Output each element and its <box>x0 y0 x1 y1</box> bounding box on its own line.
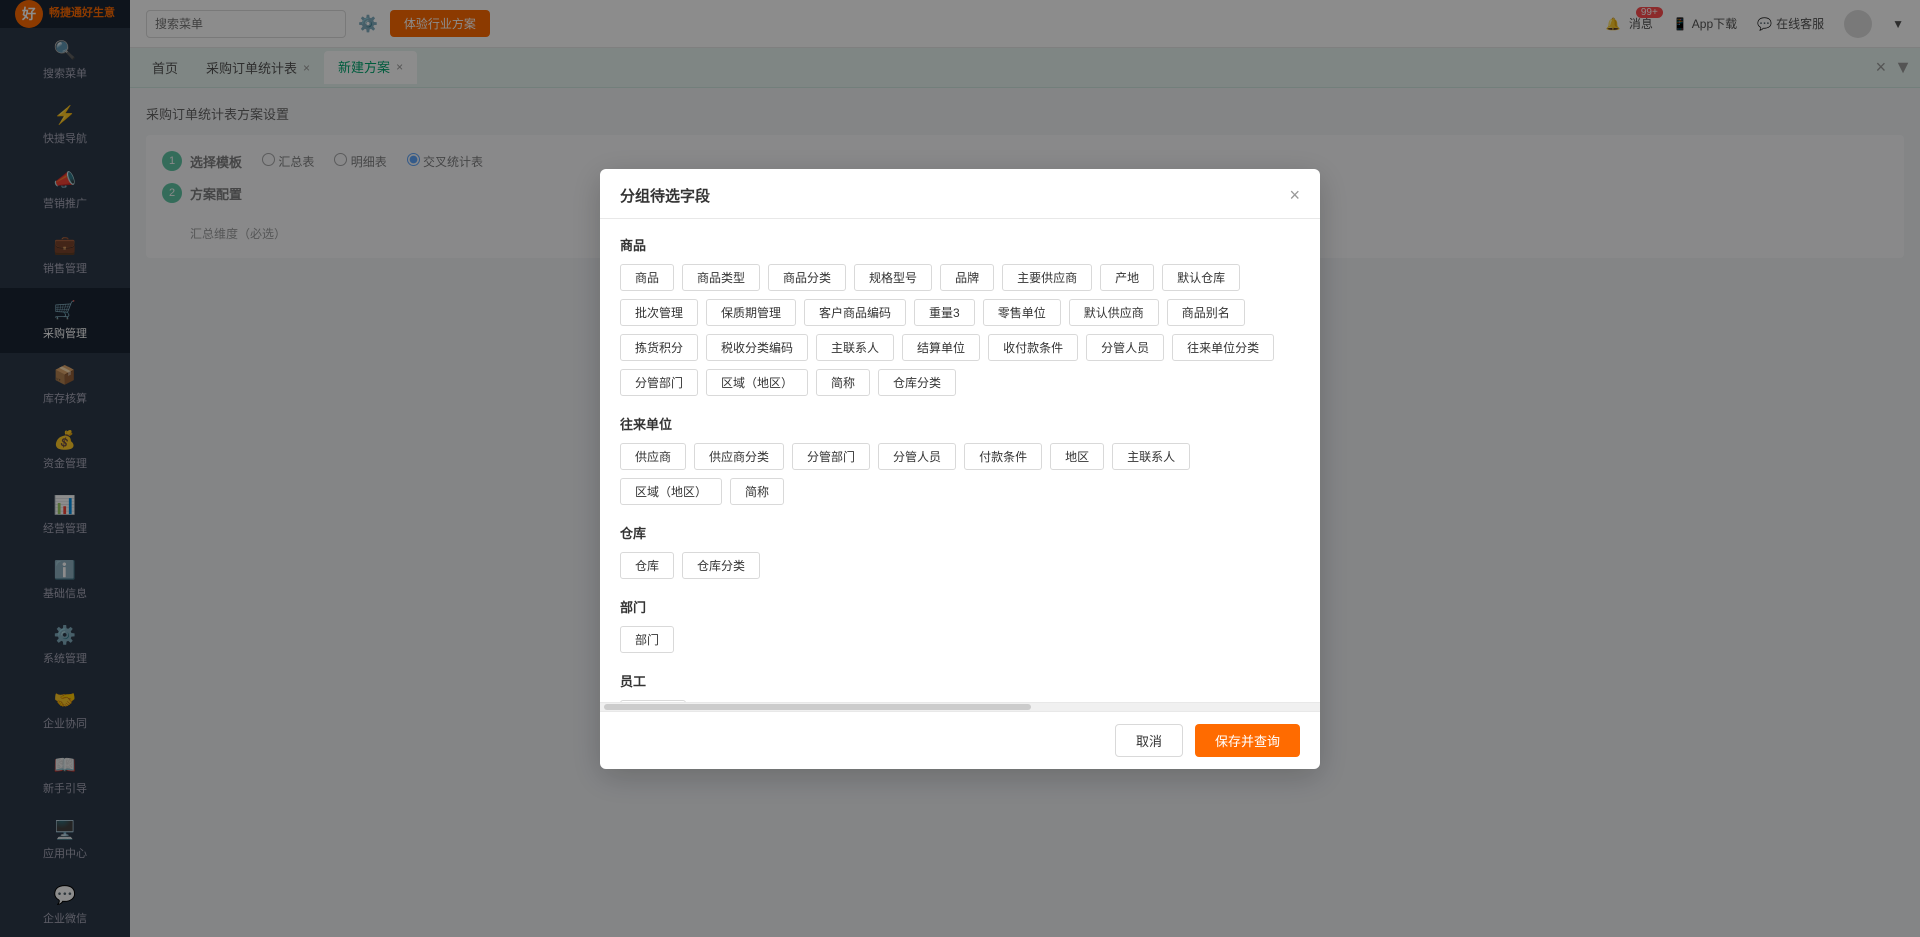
field-tag-0-15[interactable]: 拣货积分 <box>620 334 698 361</box>
hscroll-thumb <box>604 704 1031 710</box>
field-tag-0-19[interactable]: 收付款条件 <box>988 334 1078 361</box>
field-tag-0-25[interactable]: 仓库分类 <box>878 369 956 396</box>
field-tag-2-1[interactable]: 仓库分类 <box>682 552 760 579</box>
field-tag-0-8[interactable]: 批次管理 <box>620 299 698 326</box>
field-tag-0-3[interactable]: 规格型号 <box>854 264 932 291</box>
field-tag-0-10[interactable]: 客户商品编码 <box>804 299 906 326</box>
modal-overlay: 分组待选字段 × 商品商品商品类型商品分类规格型号品牌主要供应商产地默认仓库批次… <box>0 0 1920 937</box>
section-title-3: 部门 <box>620 597 1300 616</box>
field-tag-0-21[interactable]: 往来单位分类 <box>1172 334 1274 361</box>
field-tag-1-7[interactable]: 区域（地区） <box>620 478 722 505</box>
field-tag-1-6[interactable]: 主联系人 <box>1112 443 1190 470</box>
field-tag-1-8[interactable]: 简称 <box>730 478 784 505</box>
field-tag-0-7[interactable]: 默认仓库 <box>1162 264 1240 291</box>
field-tags-3: 部门 <box>620 626 1300 653</box>
field-tag-1-0[interactable]: 供应商 <box>620 443 686 470</box>
field-tag-1-4[interactable]: 付款条件 <box>964 443 1042 470</box>
modal-header: 分组待选字段 × <box>600 169 1320 219</box>
modal-close-button[interactable]: × <box>1289 185 1300 206</box>
section-title-4: 员工 <box>620 671 1300 690</box>
modal-horizontal-scrollbar[interactable] <box>600 702 1320 711</box>
field-tag-0-11[interactable]: 重量3 <box>914 299 975 326</box>
field-section-4: 员工业务员 <box>620 671 1300 702</box>
field-tags-0: 商品商品类型商品分类规格型号品牌主要供应商产地默认仓库批次管理保质期管理客户商品… <box>620 264 1300 396</box>
field-section-0: 商品商品商品类型商品分类规格型号品牌主要供应商产地默认仓库批次管理保质期管理客户… <box>620 235 1300 396</box>
field-tag-0-22[interactable]: 分管部门 <box>620 369 698 396</box>
field-tag-0-4[interactable]: 品牌 <box>940 264 994 291</box>
field-section-3: 部门部门 <box>620 597 1300 653</box>
cancel-button[interactable]: 取消 <box>1115 724 1183 757</box>
field-tag-1-5[interactable]: 地区 <box>1050 443 1104 470</box>
field-tag-0-12[interactable]: 零售单位 <box>983 299 1061 326</box>
modal-title: 分组待选字段 <box>620 185 710 206</box>
save-button[interactable]: 保存并查询 <box>1195 724 1300 757</box>
section-title-0: 商品 <box>620 235 1300 254</box>
field-tag-0-17[interactable]: 主联系人 <box>816 334 894 361</box>
field-tag-0-2[interactable]: 商品分类 <box>768 264 846 291</box>
field-tag-0-1[interactable]: 商品类型 <box>682 264 760 291</box>
modal-footer: 取消 保存并查询 <box>600 711 1320 769</box>
section-title-1: 往来单位 <box>620 414 1300 433</box>
field-section-2: 仓库仓库仓库分类 <box>620 523 1300 579</box>
field-tags-2: 仓库仓库分类 <box>620 552 1300 579</box>
field-tag-0-23[interactable]: 区域（地区） <box>706 369 808 396</box>
field-section-1: 往来单位供应商供应商分类分管部门分管人员付款条件地区主联系人区域（地区） 简称 <box>620 414 1300 505</box>
field-select-modal: 分组待选字段 × 商品商品商品类型商品分类规格型号品牌主要供应商产地默认仓库批次… <box>600 169 1320 769</box>
field-tag-0-18[interactable]: 结算单位 <box>902 334 980 361</box>
section-title-2: 仓库 <box>620 523 1300 542</box>
field-tag-0-5[interactable]: 主要供应商 <box>1002 264 1092 291</box>
field-tag-3-0[interactable]: 部门 <box>620 626 674 653</box>
field-tag-0-16[interactable]: 税收分类编码 <box>706 334 808 361</box>
field-tag-0-6[interactable]: 产地 <box>1100 264 1154 291</box>
modal-body[interactable]: 商品商品商品类型商品分类规格型号品牌主要供应商产地默认仓库批次管理保质期管理客户… <box>600 219 1320 702</box>
field-tags-1: 供应商供应商分类分管部门分管人员付款条件地区主联系人区域（地区） 简称 <box>620 443 1300 505</box>
field-tag-1-2[interactable]: 分管部门 <box>792 443 870 470</box>
field-tag-0-20[interactable]: 分管人员 <box>1086 334 1164 361</box>
field-tag-0-14[interactable]: 商品别名 <box>1167 299 1245 326</box>
field-tag-0-24[interactable]: 简称 <box>816 369 870 396</box>
field-tag-0-13[interactable]: 默认供应商 <box>1069 299 1159 326</box>
field-tag-0-9[interactable]: 保质期管理 <box>706 299 796 326</box>
field-tag-2-0[interactable]: 仓库 <box>620 552 674 579</box>
field-tag-1-1[interactable]: 供应商分类 <box>694 443 784 470</box>
field-tag-0-0[interactable]: 商品 <box>620 264 674 291</box>
field-tag-1-3[interactable]: 分管人员 <box>878 443 956 470</box>
